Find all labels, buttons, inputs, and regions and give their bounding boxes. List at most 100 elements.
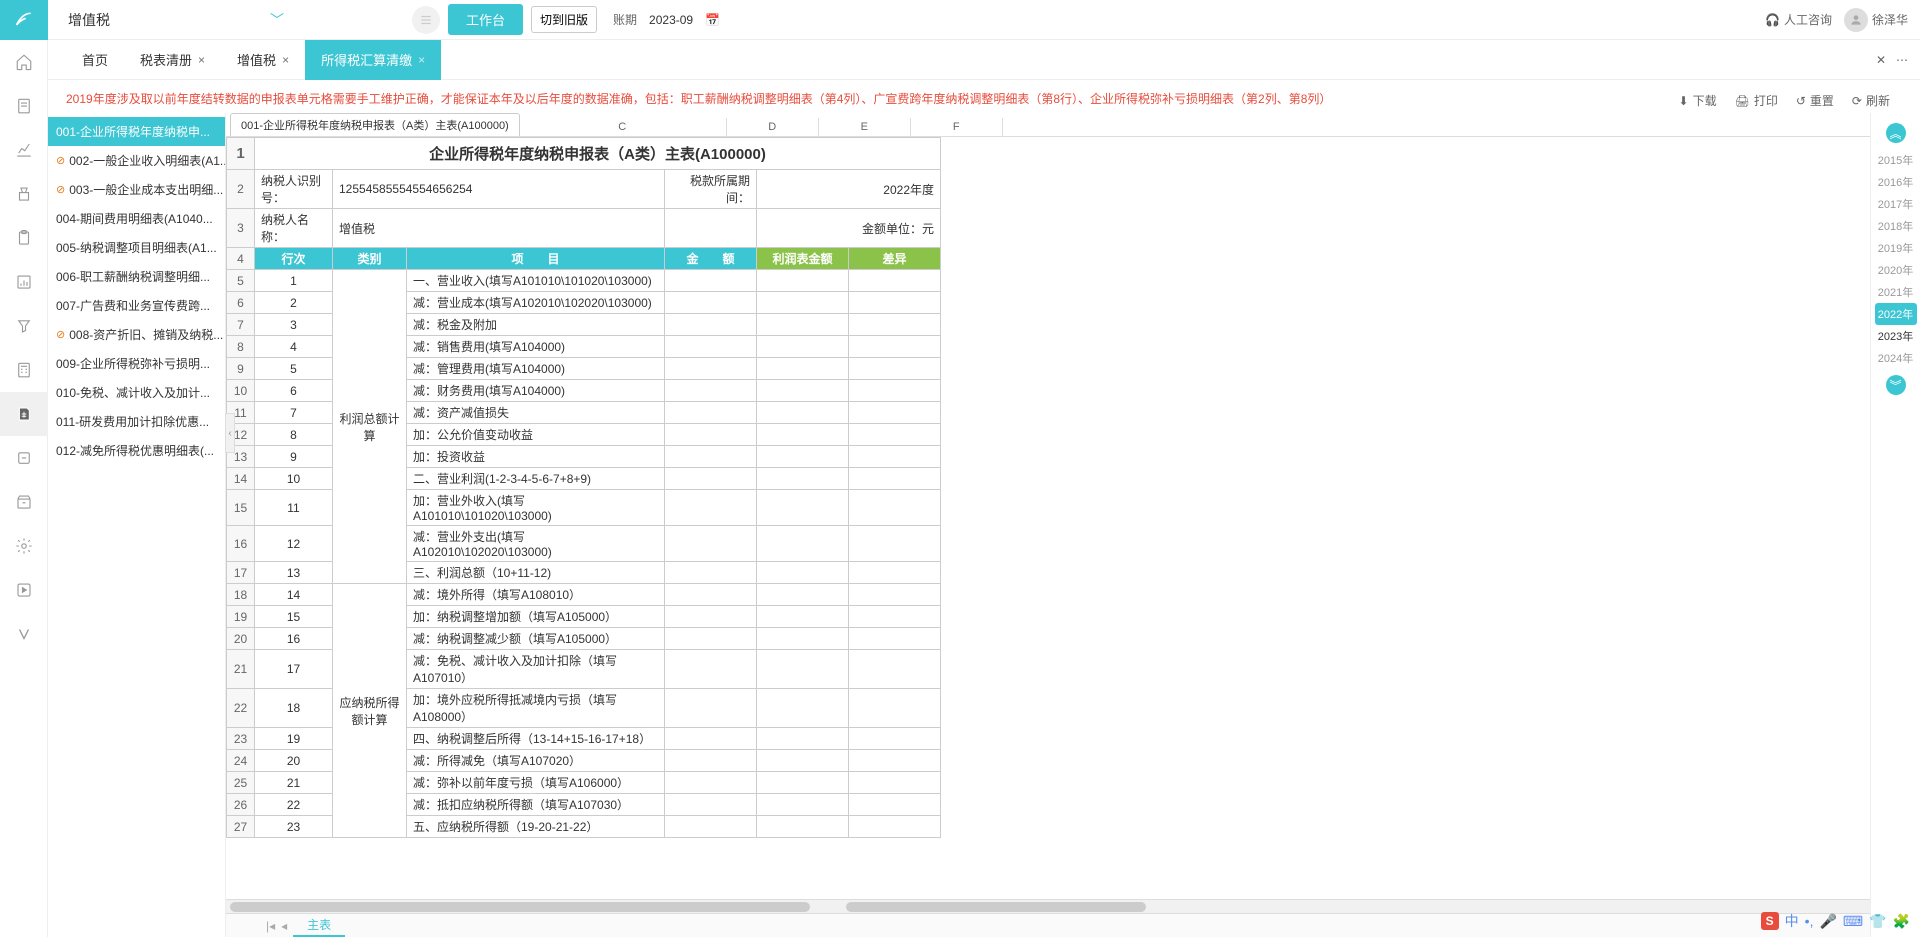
pl-cell[interactable] [757,650,849,689]
diff-cell[interactable] [849,358,941,380]
nav-clipboard-icon[interactable] [0,216,48,260]
year-2022年[interactable]: 2022年 [1875,303,1917,325]
tree-item[interactable]: 005-纳税调整项目明细表(A1... [48,233,225,262]
amount-cell[interactable] [665,380,757,402]
amount-cell[interactable] [665,562,757,584]
nav-v-icon[interactable] [0,612,48,656]
grid[interactable]: 1企业所得税年度纳税申报表（A类）主表(A100000) 2 纳税人识别号： 1… [226,137,1870,899]
pl-cell[interactable] [757,314,849,336]
amount-cell[interactable] [665,816,757,838]
tab-税表清册[interactable]: 税表清册× [124,40,221,80]
diff-cell[interactable] [849,446,941,468]
consult-button[interactable]: 🎧 人工咨询 [1765,11,1832,28]
tree-item[interactable]: 010-免税、减计收入及加计... [48,378,225,407]
amount-cell[interactable] [665,490,757,526]
pl-cell[interactable] [757,358,849,380]
tree-item[interactable]: 006-职工薪酬纳税调整明细... [48,262,225,291]
amount-cell[interactable] [665,336,757,358]
calendar-icon[interactable]: 📅 [705,13,720,27]
ime-skin-icon[interactable]: 👕 [1869,913,1886,930]
diff-cell[interactable] [849,650,941,689]
nav-settings-icon[interactable] [0,524,48,568]
diff-cell[interactable] [849,336,941,358]
diff-cell[interactable] [849,292,941,314]
ime-keyboard-icon[interactable]: ⌨ [1843,913,1863,930]
tree-item[interactable]: ⊘003-一般企业成本支出明细... [48,175,225,204]
download-button[interactable]: ⬇下载 [1679,92,1717,111]
year-2019年[interactable]: 2019年 [1875,237,1917,259]
refresh-button[interactable]: ⟳刷新 [1852,92,1890,111]
amount-cell[interactable] [665,292,757,314]
ime-mic-icon[interactable]: 🎤 [1819,913,1836,930]
pl-cell[interactable] [757,526,849,562]
pl-cell[interactable] [757,750,849,772]
pl-cell[interactable] [757,490,849,526]
amount-cell[interactable] [665,424,757,446]
pl-cell[interactable] [757,336,849,358]
amount-cell[interactable] [665,650,757,689]
diff-cell[interactable] [849,314,941,336]
diff-cell[interactable] [849,750,941,772]
pl-cell[interactable] [757,292,849,314]
pl-cell[interactable] [757,424,849,446]
amount-cell[interactable] [665,402,757,424]
tree-item[interactable]: ⊘008-资产折旧、摊销及纳税... [48,320,225,349]
amount-cell[interactable] [665,689,757,728]
year-2016年[interactable]: 2016年 [1875,171,1917,193]
bottom-sheet-tab[interactable]: 主表 [293,914,345,937]
year-2018年[interactable]: 2018年 [1875,215,1917,237]
tree-item[interactable]: 004-期间费用明细表(A1040... [48,204,225,233]
pl-cell[interactable] [757,468,849,490]
tab-所得税汇算清缴[interactable]: 所得税汇算清缴× [305,40,441,80]
workspace-button[interactable]: 工作台 [448,4,523,35]
pl-cell[interactable] [757,380,849,402]
sheet-nav-first-icon[interactable]: |◂ [266,919,275,933]
year-2024年[interactable]: 2024年 [1875,347,1917,369]
amount-cell[interactable] [665,468,757,490]
diff-cell[interactable] [849,606,941,628]
amount-cell[interactable] [665,270,757,292]
close-icon[interactable]: × [418,53,425,67]
value-cell[interactable]: 2022年度 [757,170,941,209]
tab-增值税[interactable]: 增值税× [221,40,305,80]
pl-cell[interactable] [757,402,849,424]
diff-cell[interactable] [849,816,941,838]
amount-cell[interactable] [665,526,757,562]
amount-cell[interactable] [665,358,757,380]
close-all-icon[interactable]: ✕ [1876,53,1886,67]
year-2015年[interactable]: 2015年 [1875,149,1917,171]
tree-item[interactable]: 011-研发费用加计扣除优惠... [48,407,225,436]
diff-cell[interactable] [849,794,941,816]
pl-cell[interactable] [757,606,849,628]
diff-cell[interactable] [849,380,941,402]
nav-money-icon[interactable] [0,172,48,216]
nav-play-icon[interactable] [0,568,48,612]
nav-tax-icon[interactable] [0,392,48,436]
diff-cell[interactable] [849,490,941,526]
amount-cell[interactable] [665,772,757,794]
amount-cell[interactable] [665,446,757,468]
diff-cell[interactable] [849,562,941,584]
ime-punct-icon[interactable]: •, [1805,913,1814,929]
collapse-handle[interactable]: ‹ [225,413,235,453]
pl-cell[interactable] [757,794,849,816]
reset-button[interactable]: ↺重置 [1796,92,1834,111]
h-scrollbar[interactable] [226,899,1870,913]
nav-chart-icon[interactable] [0,128,48,172]
nav-doc-icon[interactable] [0,84,48,128]
nav-archive-icon[interactable] [0,480,48,524]
ime-tool-icon[interactable]: 🧩 [1893,913,1910,930]
diff-cell[interactable] [849,424,941,446]
year-2023年[interactable]: 2023年 [1875,325,1917,347]
year-2017年[interactable]: 2017年 [1875,193,1917,215]
diff-cell[interactable] [849,526,941,562]
diff-cell[interactable] [849,772,941,794]
tree-item[interactable]: 001-企业所得税年度纳税申... [48,117,225,146]
pl-cell[interactable] [757,728,849,750]
menu-circle-icon[interactable] [412,6,440,34]
value-cell[interactable]: 125545855545546562­54 [333,170,665,209]
pl-cell[interactable] [757,628,849,650]
scroll-down-icon[interactable]: ︾ [1886,375,1906,395]
diff-cell[interactable] [849,468,941,490]
sheet-nav-prev-icon[interactable]: ◂ [281,919,287,933]
